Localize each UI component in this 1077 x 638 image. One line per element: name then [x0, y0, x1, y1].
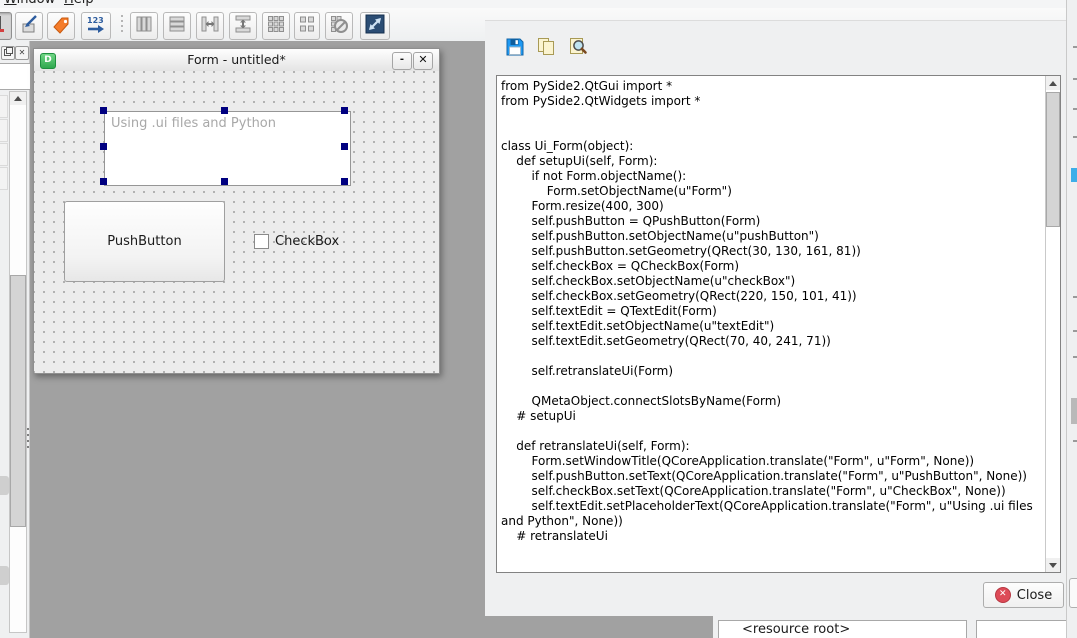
selection-handle-bottom-right[interactable]: [341, 178, 348, 185]
tab-order-123-icon: 123: [85, 14, 107, 38]
splitter-grip[interactable]: [27, 440, 29, 442]
dock-close-icon[interactable]: ✕: [15, 46, 29, 60]
splitter-vertical-icon: [233, 14, 253, 38]
layout-horizontal-splitter-button[interactable]: [196, 12, 224, 40]
tree-row-mark: [1073, 136, 1077, 138]
find-button[interactable]: [566, 37, 590, 61]
code-area[interactable]: from PySide2.QtGui import *from PySide2.…: [496, 75, 1061, 573]
widget-box-item[interactable]: [0, 95, 8, 118]
form-canvas[interactable]: Using .ui files and Python PushButton Ch…: [34, 71, 439, 373]
form-window-title: Form - untitled*: [34, 52, 439, 67]
selection-handle-top-left[interactable]: [100, 107, 107, 114]
layout-vertical-splitter-button[interactable]: [229, 12, 257, 40]
selection-handle-top-mid[interactable]: [221, 107, 228, 114]
tree-row-mark: [1073, 46, 1077, 48]
widget-box-item[interactable]: [0, 143, 8, 166]
adjust-size-icon: [364, 13, 386, 39]
widget-box-category[interactable]: [0, 566, 9, 585]
selected-row-mark: [1071, 168, 1077, 182]
widget-box-item[interactable]: [0, 119, 8, 142]
menubar: Window Help: [0, 0, 1077, 8]
copy-icon: [535, 36, 557, 62]
qt-designer-window: Window Help 123: [0, 0, 1077, 638]
splitter-grip[interactable]: [27, 446, 29, 448]
red-circle-x-icon: ✕: [995, 587, 1011, 603]
grid-layout-icon: [266, 14, 286, 38]
button-sliver[interactable]: [1069, 578, 1077, 608]
code-text[interactable]: from PySide2.QtGui import *from PySide2.…: [501, 79, 1044, 544]
splitter-horizontal-icon: [200, 14, 220, 38]
tree-row-mark: [1073, 330, 1077, 332]
splitter-grip[interactable]: [27, 428, 29, 430]
minimize-icon[interactable]: -: [392, 52, 412, 70]
pushbutton-label: PushButton: [107, 234, 181, 249]
pushbutton-widget[interactable]: PushButton: [64, 201, 225, 282]
resource-files-panel[interactable]: [976, 620, 1077, 638]
dock-float-icon[interactable]: [1, 46, 15, 60]
checkbox-widget[interactable]: CheckBox: [254, 221, 355, 262]
tree-row-mark: [1073, 296, 1077, 298]
edit-tab-order-button[interactable]: 123: [81, 12, 111, 40]
checkbox-indicator[interactable]: [254, 234, 269, 249]
tree-row-mark: [1073, 440, 1077, 442]
svg-text:123: 123: [87, 16, 104, 25]
selection-handle-mid-right[interactable]: [341, 143, 348, 150]
buddy-tag-icon: [51, 14, 71, 38]
break-layout-button[interactable]: [325, 12, 353, 40]
selection-handle-top-right[interactable]: [341, 107, 348, 114]
selection-handle-bottom-mid[interactable]: [221, 178, 228, 185]
widget-box-category[interactable]: [0, 476, 9, 495]
layout-grid-button[interactable]: [262, 12, 290, 40]
edit-widgets-button[interactable]: [0, 12, 12, 40]
menu-help[interactable]: Help: [64, 0, 94, 7]
close-icon[interactable]: ✕: [413, 52, 433, 70]
break-layout-icon: [329, 14, 349, 38]
save-icon: [504, 36, 526, 62]
code-scrollbar[interactable]: [1045, 76, 1060, 572]
save-button[interactable]: [503, 37, 527, 61]
close-button[interactable]: ✕ Close: [983, 582, 1064, 608]
scroll-up-icon[interactable]: [10, 92, 26, 105]
widget-box-dock: ✕: [0, 41, 30, 638]
scrollbar-thumb[interactable]: [1071, 398, 1077, 424]
form-window-titlebar[interactable]: D Form - untitled* - ✕: [34, 49, 439, 72]
widget-box-item[interactable]: [0, 167, 8, 190]
edit-signals-slots-icon: [19, 14, 39, 38]
edit-buddies-button[interactable]: [47, 12, 75, 40]
checkbox-label: CheckBox: [275, 234, 339, 249]
scrollbar-thumb[interactable]: [1046, 92, 1060, 227]
selection-handle-mid-left[interactable]: [100, 143, 107, 150]
tree-row-mark: [1073, 108, 1077, 110]
edit-widgets-icon: [0, 14, 8, 38]
right-dock-sliver: [1066, 0, 1077, 638]
edit-signals-slots-button[interactable]: [15, 12, 43, 40]
widget-box-scrollbar[interactable]: [9, 91, 27, 633]
widget-filter-input[interactable]: [0, 63, 33, 90]
layout-vertically-button[interactable]: [163, 12, 191, 40]
splitter-grip[interactable]: [27, 434, 29, 436]
selection-handle-bottom-left[interactable]: [100, 178, 107, 185]
copy-button[interactable]: [534, 37, 558, 61]
find-icon: [567, 36, 589, 62]
layout-form-button[interactable]: [294, 12, 320, 40]
adjust-size-button[interactable]: [360, 12, 390, 40]
tree-row-mark: [1073, 78, 1077, 80]
tree-row-mark: [1073, 356, 1077, 358]
close-button-label: Close: [1017, 588, 1052, 603]
layout-horizontally-button[interactable]: [130, 12, 158, 40]
layout-horizontal-icon: [134, 14, 154, 38]
form-layout-icon: [298, 14, 316, 38]
resource-tree-panel[interactable]: <resource root>: [718, 620, 967, 638]
textedit-widget[interactable]: Using .ui files and Python: [104, 111, 351, 186]
toolbar-separator: [121, 15, 123, 35]
scrollbar-thumb[interactable]: [10, 275, 26, 527]
layout-vertical-icon: [167, 14, 187, 38]
scroll-up-icon[interactable]: [1046, 76, 1060, 90]
form-editor-window[interactable]: D Form - untitled* - ✕ Using .ui files a…: [33, 48, 440, 374]
scroll-down-icon[interactable]: [1046, 558, 1060, 572]
menu-window[interactable]: Window: [4, 0, 55, 7]
code-preview-dialog: from PySide2.QtGui import *from PySide2.…: [485, 20, 1066, 616]
resource-root-item[interactable]: <resource root>: [742, 622, 850, 637]
resource-browser-dock: <resource root>: [713, 615, 1077, 638]
